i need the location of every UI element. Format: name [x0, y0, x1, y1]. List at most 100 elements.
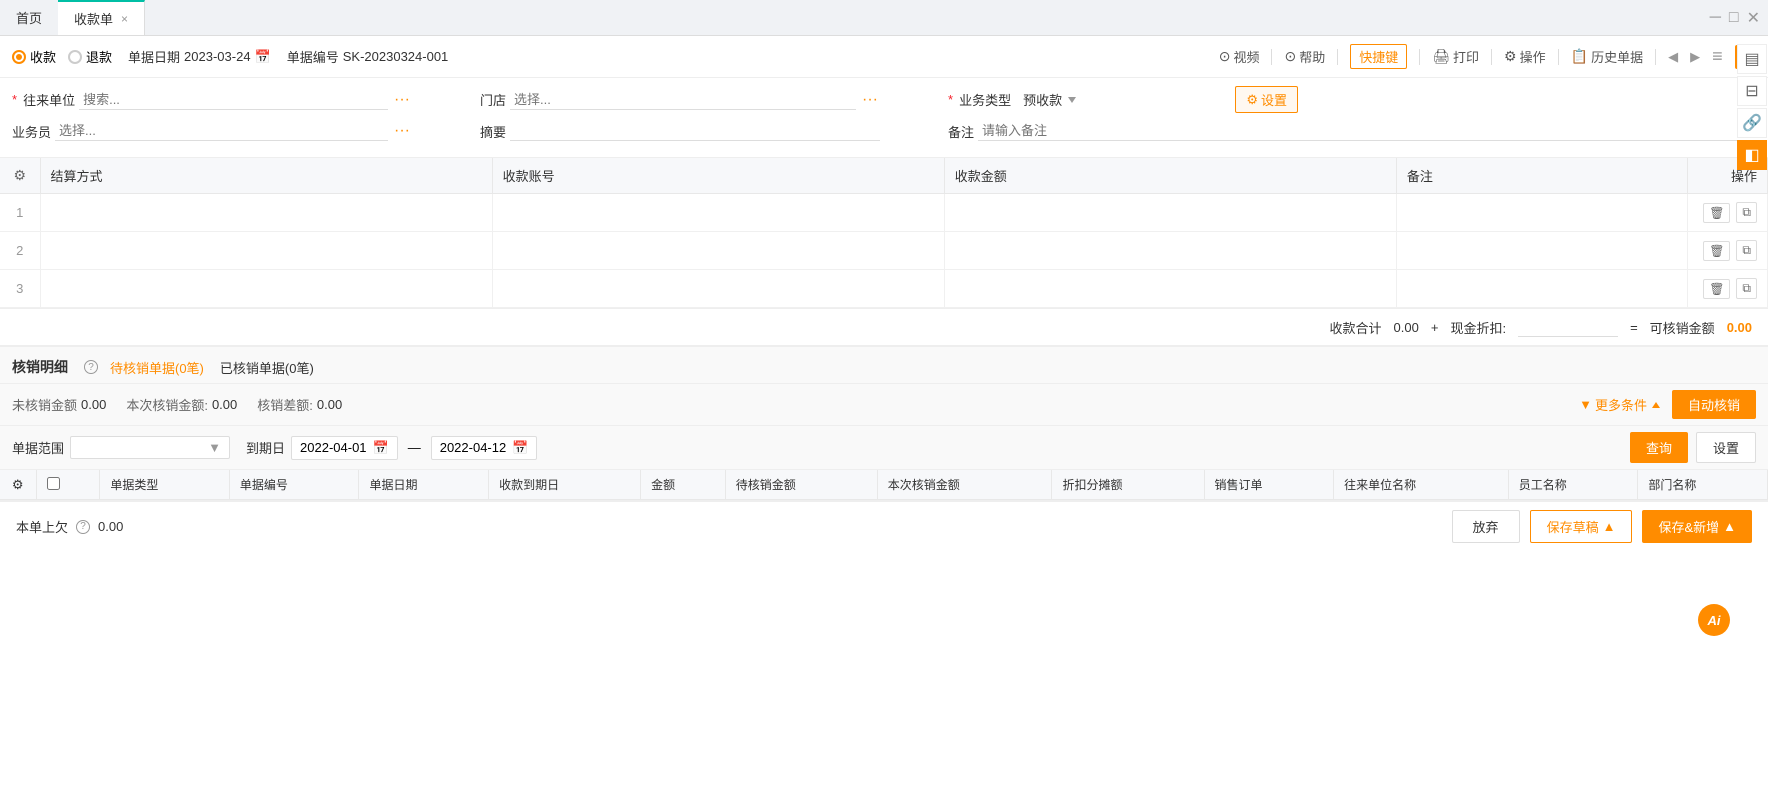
- calendar-icon[interactable]: 📅: [255, 49, 271, 65]
- pending-tab[interactable]: 待核销单据(0笔): [110, 358, 204, 377]
- store-label: 门店: [480, 90, 506, 109]
- receipt-refund-radio: 收款 退款: [12, 47, 112, 66]
- store-more-btn[interactable]: ···: [860, 91, 880, 109]
- window-minimize-icon[interactable]: ─: [1710, 9, 1721, 27]
- save-draft-label: 保存草稿: [1547, 517, 1599, 536]
- range-label: 单据范围: [12, 438, 64, 457]
- row3-account[interactable]: [492, 270, 944, 308]
- row3-remark[interactable]: [1396, 270, 1687, 308]
- date-from-picker[interactable]: 2022-04-01 📅: [291, 436, 398, 460]
- auto-hexiao-btn[interactable]: 自动核销: [1672, 390, 1756, 419]
- row1-index: 1: [0, 194, 40, 232]
- info-question-icon[interactable]: ?: [76, 520, 90, 534]
- row2-amount[interactable]: [944, 232, 1396, 270]
- row1-account[interactable]: [492, 194, 944, 232]
- sub-th-checkbox[interactable]: [36, 470, 100, 500]
- sub-th-settings[interactable]: ⚙: [0, 470, 36, 500]
- side-icon-attachment[interactable]: 🔗: [1737, 108, 1767, 138]
- row2-payment[interactable]: [40, 232, 492, 270]
- save-new-btn[interactable]: 保存&新增 ▲: [1642, 510, 1752, 543]
- side-icon-1[interactable]: ▤: [1737, 44, 1767, 74]
- unchecked-stat: 未核销金额 0.00: [12, 395, 106, 414]
- nav-left-icon[interactable]: ◀: [1668, 49, 1678, 65]
- net-value: 0.00: [1727, 320, 1752, 335]
- shortcut-btn[interactable]: 快捷键: [1350, 44, 1407, 69]
- date-to-picker[interactable]: 2022-04-12 📅: [431, 436, 538, 460]
- row2-account[interactable]: [492, 232, 944, 270]
- table-gear-icon[interactable]: ⚙: [13, 167, 26, 183]
- more-conditions-btn[interactable]: ▼ 更多条件: [1579, 395, 1660, 414]
- salesperson-field: 业务员 ···: [12, 121, 412, 141]
- window-close-icon[interactable]: ✕: [1747, 8, 1760, 28]
- number-label: 单据编号: [287, 47, 339, 66]
- hexiao-info-icon[interactable]: ?: [84, 360, 98, 374]
- th-settings[interactable]: ⚙: [0, 158, 40, 194]
- print-btn[interactable]: 🖨 打印: [1432, 47, 1479, 66]
- due-label: 到期日: [246, 438, 285, 457]
- save-draft-btn[interactable]: 保存草稿 ▲: [1530, 510, 1633, 543]
- radio-refund[interactable]: 退款: [68, 47, 112, 66]
- memo-input[interactable]: [510, 121, 880, 141]
- btype-dropdown-icon[interactable]: [1068, 97, 1076, 103]
- row2-remark[interactable]: [1396, 232, 1687, 270]
- radio-receipt-label: 收款: [30, 47, 56, 66]
- customer-more-btn[interactable]: ···: [392, 91, 412, 109]
- history-icon: 📋: [1571, 48, 1588, 65]
- customer-input[interactable]: [79, 90, 388, 110]
- video-btn[interactable]: ⊙ 视频: [1219, 47, 1260, 66]
- row2-delete-btn[interactable]: 🗑: [1703, 241, 1730, 261]
- store-input[interactable]: [510, 90, 856, 110]
- list-view-icon[interactable]: ≡: [1712, 46, 1723, 67]
- row3-amount[interactable]: [944, 270, 1396, 308]
- operation-btn[interactable]: ⚙ 操作: [1504, 47, 1546, 66]
- range-select[interactable]: ▼: [70, 436, 230, 459]
- help-label: 帮助: [1299, 47, 1325, 66]
- tab-close-icon[interactable]: ×: [121, 12, 128, 26]
- nav-right-icon[interactable]: ▶: [1690, 49, 1700, 65]
- window-restore-icon[interactable]: □: [1729, 9, 1739, 27]
- date-label: 单据日期: [128, 47, 180, 66]
- row1-delete-btn[interactable]: 🗑: [1703, 203, 1730, 223]
- row1-remark[interactable]: [1396, 194, 1687, 232]
- row1-copy-btn[interactable]: ⧉: [1736, 202, 1757, 223]
- abandon-btn[interactable]: 放弃: [1452, 510, 1520, 543]
- settings-top-btn[interactable]: ⚙ 设置: [1235, 86, 1298, 113]
- query-btn[interactable]: 查询: [1630, 432, 1688, 463]
- discount-input[interactable]: [1518, 317, 1618, 337]
- receipt-tab-label: 收款单: [74, 9, 113, 28]
- done-tab[interactable]: 已核销单据(0笔): [220, 358, 314, 377]
- side-icon-4[interactable]: ◧: [1737, 140, 1767, 170]
- bottom-info: 本单上欠 ? 0.00: [16, 517, 123, 536]
- help-btn[interactable]: ⊙ 帮助: [1284, 47, 1325, 66]
- row1-amount[interactable]: [944, 194, 1396, 232]
- radio-receipt[interactable]: 收款: [12, 47, 56, 66]
- salesperson-input[interactable]: [55, 121, 388, 141]
- row3-copy-btn[interactable]: ⧉: [1736, 278, 1757, 299]
- table-row: 2 🗑 ⧉: [0, 232, 1768, 270]
- side-icon-2[interactable]: ⊟: [1737, 76, 1767, 106]
- table-row: 1 🗑 ⧉: [0, 194, 1768, 232]
- row3-payment[interactable]: [40, 270, 492, 308]
- help-icon: ⊙: [1284, 48, 1296, 65]
- hexiao-tabs: 待核销单据(0笔) 已核销单据(0笔): [110, 358, 314, 377]
- due-date-field: 到期日 2022-04-01 📅 — 2022-04-12 📅: [246, 436, 537, 460]
- select-all-checkbox[interactable]: [47, 477, 60, 490]
- th-account: 收款账号: [492, 158, 944, 194]
- sub-gear-icon: ⚙: [12, 477, 24, 492]
- salesperson-more-btn[interactable]: ···: [392, 122, 412, 140]
- history-btn[interactable]: 📋 历史单据: [1571, 47, 1643, 66]
- save-new-arrow: ▲: [1723, 519, 1736, 534]
- unchecked-label: 未核销金额: [12, 395, 77, 414]
- tab-home[interactable]: 首页: [0, 0, 58, 35]
- filter-setting-btn[interactable]: 设置: [1696, 432, 1756, 463]
- remark-input[interactable]: [978, 121, 1756, 141]
- row1-payment[interactable]: [40, 194, 492, 232]
- tab-receipt[interactable]: 收款单 ×: [58, 0, 145, 35]
- more-cond-label: 更多条件: [1595, 395, 1647, 414]
- row3-delete-btn[interactable]: 🗑: [1703, 279, 1730, 299]
- tab-bar: 首页 收款单 × ─ □ ✕: [0, 0, 1768, 36]
- range-dropdown-icon: ▼: [208, 440, 221, 455]
- row2-copy-btn[interactable]: ⧉: [1736, 240, 1757, 261]
- print-label: 打印: [1453, 47, 1479, 66]
- ai-badge[interactable]: Ai: [1698, 604, 1730, 636]
